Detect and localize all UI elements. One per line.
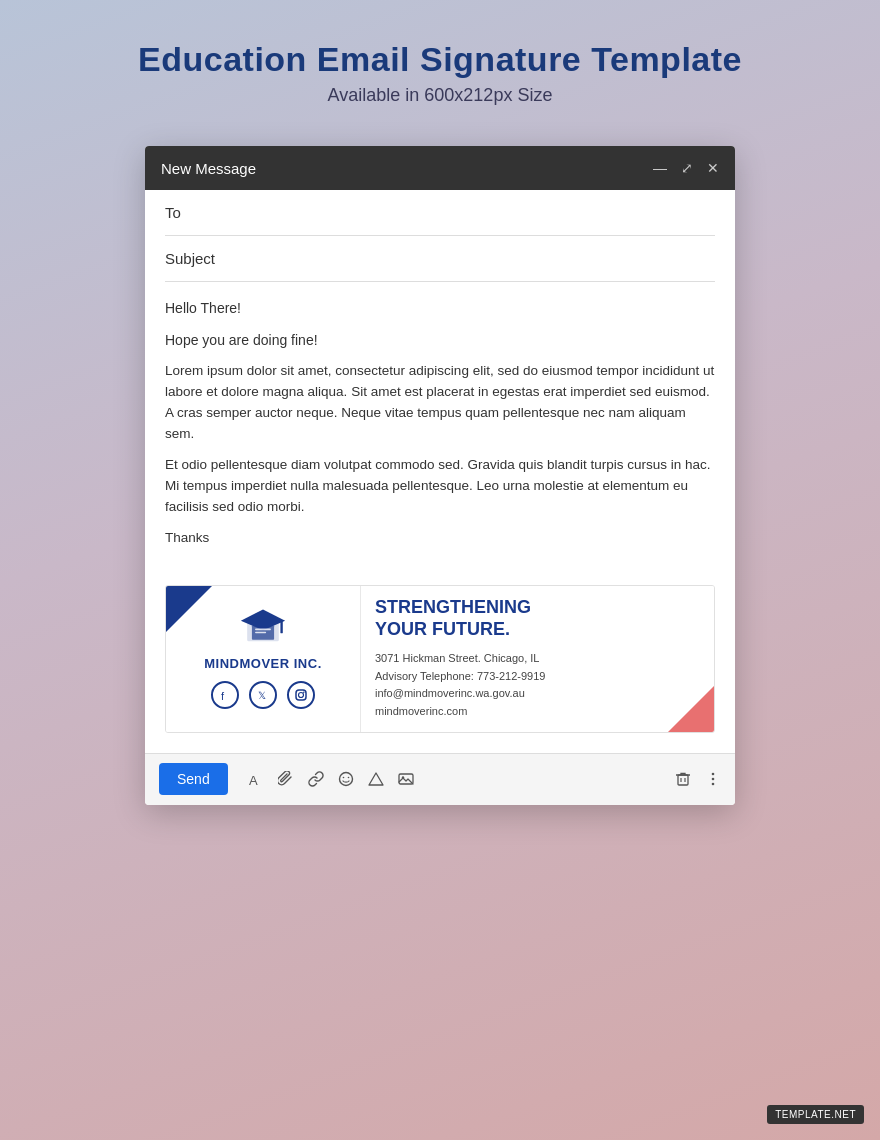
- template-badge: TEMPLATE.NET: [767, 1105, 864, 1124]
- link-icon[interactable]: [308, 771, 324, 787]
- email-window: New Message — ⤢ ✕ To Subject Hello There…: [145, 146, 735, 805]
- font-icon[interactable]: A: [248, 771, 264, 787]
- sig-tagline: STRENGTHENING YOUR FUTURE.: [375, 597, 700, 640]
- svg-point-22: [712, 773, 715, 776]
- to-field-row: To: [165, 190, 715, 236]
- svg-rect-3: [255, 629, 271, 631]
- corner-triangle-decoration: [166, 586, 212, 632]
- sig-address: 3071 Hickman Street. Chicago, IL: [375, 650, 700, 668]
- window-title: New Message: [161, 160, 256, 177]
- svg-point-14: [347, 777, 349, 779]
- company-logo-icon: [239, 608, 287, 650]
- signature-card: MINDMOVER INC. f 𝕏: [165, 585, 715, 733]
- svg-point-24: [712, 783, 715, 786]
- sig-phone: Advisory Telephone: 773-212-9919: [375, 668, 700, 686]
- svg-text:f: f: [221, 690, 225, 701]
- email-toolbar: Send A: [145, 753, 735, 805]
- image-icon[interactable]: [398, 771, 414, 787]
- email-para2: Et odio pellentesque diam volutpat commo…: [165, 455, 715, 518]
- instagram-icon[interactable]: [287, 681, 315, 709]
- svg-point-10: [303, 692, 305, 694]
- svg-point-23: [712, 778, 715, 781]
- window-controls: — ⤢ ✕: [653, 160, 719, 176]
- drive-icon[interactable]: [368, 771, 384, 787]
- subject-input[interactable]: [235, 250, 715, 267]
- more-options-icon[interactable]: [705, 771, 721, 787]
- page-subtitle: Available in 600x212px Size: [328, 85, 553, 106]
- email-thanks: Thanks: [165, 528, 715, 549]
- close-icon[interactable]: ✕: [707, 160, 719, 176]
- sig-website: mindmoverinc.com: [375, 703, 700, 721]
- email-body: Hello There! Hope you are doing fine! Lo…: [145, 282, 735, 575]
- svg-point-13: [342, 777, 344, 779]
- svg-text:A: A: [249, 773, 258, 787]
- sig-left-panel: MINDMOVER INC. f 𝕏: [166, 586, 361, 732]
- email-line2: Hope you are doing fine!: [165, 330, 715, 352]
- svg-point-9: [299, 693, 304, 698]
- svg-rect-18: [678, 775, 688, 785]
- email-para1: Lorem ipsum dolor sit amet, consectetur …: [165, 361, 715, 445]
- svg-rect-8: [296, 690, 306, 700]
- maximize-icon[interactable]: ⤢: [681, 160, 693, 176]
- window-titlebar: New Message — ⤢ ✕: [145, 146, 735, 190]
- subject-field-row: Subject: [165, 236, 715, 282]
- email-greeting: Hello There!: [165, 298, 715, 320]
- page-title: Education Email Signature Template: [138, 40, 742, 79]
- company-name: MINDMOVER INC.: [204, 656, 322, 671]
- svg-point-12: [339, 773, 352, 786]
- subject-label: Subject: [165, 250, 235, 267]
- facebook-icon[interactable]: f: [211, 681, 239, 709]
- svg-text:𝕏: 𝕏: [258, 690, 266, 701]
- toolbar-right-icons: [675, 771, 721, 787]
- sig-right-panel: STRENGTHENING YOUR FUTURE. 3071 Hickman …: [361, 586, 714, 732]
- emoji-icon[interactable]: [338, 771, 354, 787]
- sig-contact-info: 3071 Hickman Street. Chicago, IL Advisor…: [375, 650, 700, 720]
- minimize-icon[interactable]: —: [653, 160, 667, 176]
- svg-marker-15: [369, 773, 383, 785]
- svg-rect-5: [280, 621, 282, 634]
- sig-email: info@mindmoverinc.wa.gov.au: [375, 685, 700, 703]
- svg-rect-4: [255, 632, 266, 634]
- twitter-icon[interactable]: 𝕏: [249, 681, 277, 709]
- attachment-icon[interactable]: [278, 771, 294, 787]
- email-fields: To Subject: [145, 190, 735, 282]
- to-input[interactable]: [235, 204, 715, 221]
- corner-bottom-right-decoration: [668, 686, 714, 732]
- send-button[interactable]: Send: [159, 763, 228, 795]
- to-label: To: [165, 204, 235, 221]
- social-icons: f 𝕏: [211, 681, 315, 709]
- trash-icon[interactable]: [675, 771, 691, 787]
